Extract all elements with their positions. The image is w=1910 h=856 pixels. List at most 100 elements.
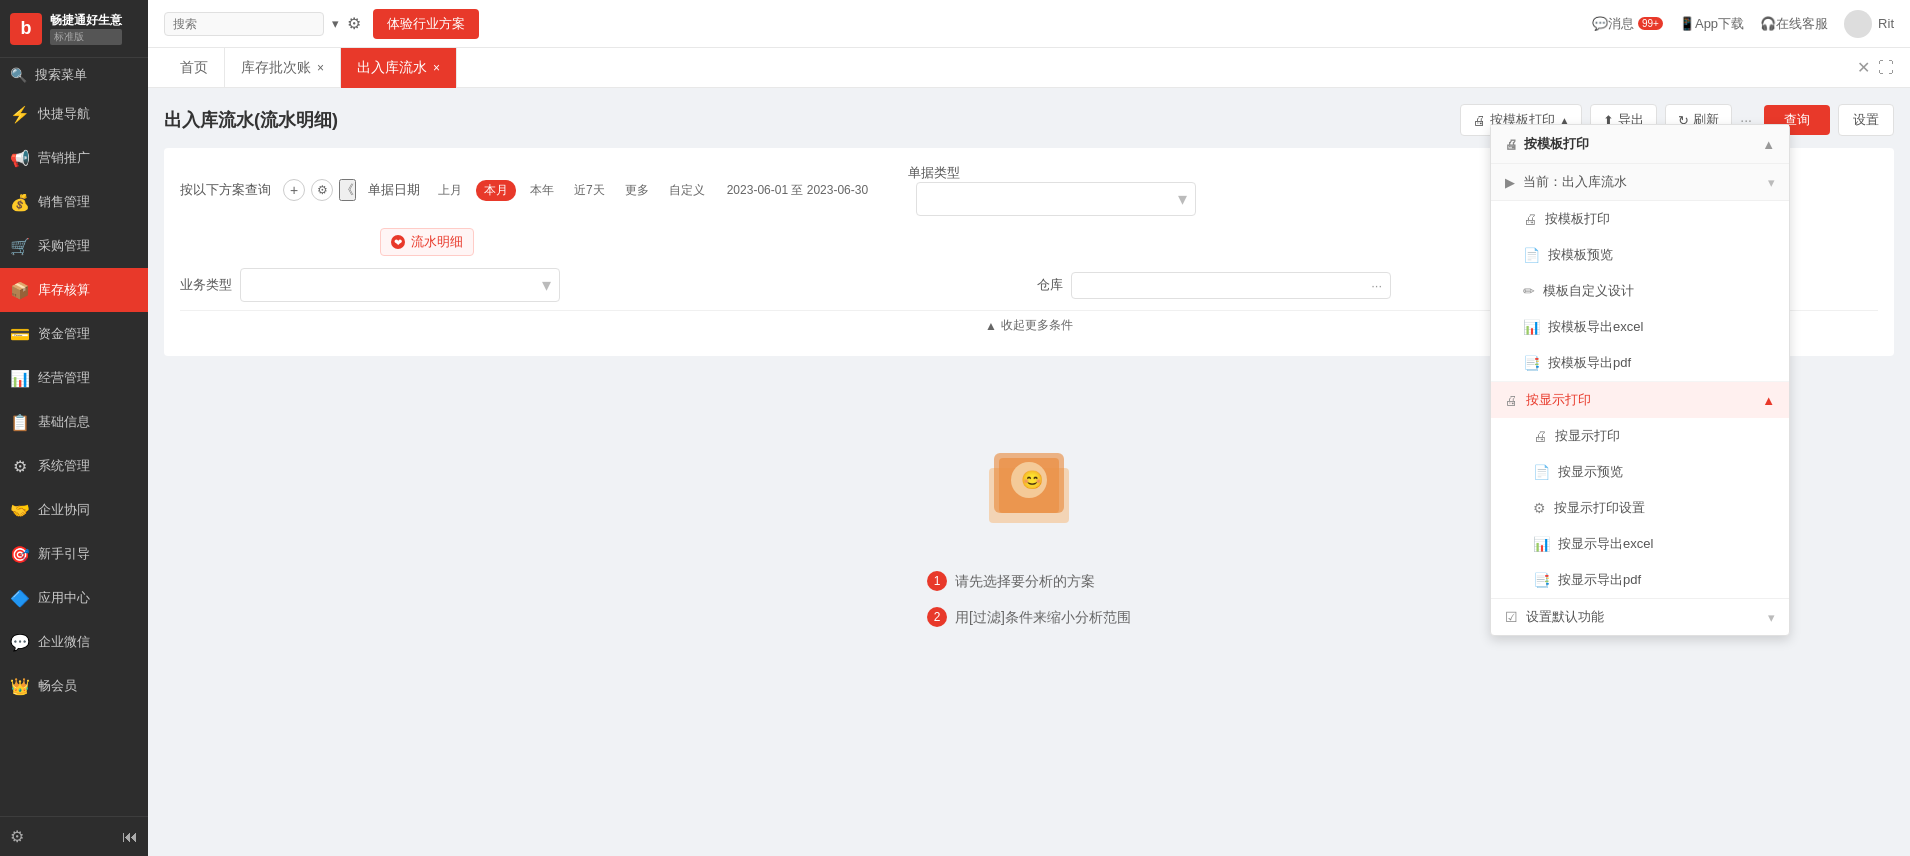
warehouse-select[interactable]: ···: [1071, 272, 1391, 299]
search-icon: 🔍: [10, 67, 27, 83]
date-shortcut-this-month[interactable]: 本月: [476, 180, 516, 201]
dropdown-template-preview[interactable]: 📄 按模板预览: [1491, 237, 1789, 273]
dropdown-template-export-pdf[interactable]: 📑 按模板导出pdf: [1491, 345, 1789, 381]
expand-window-icon[interactable]: ⛶: [1878, 59, 1894, 77]
page-title: 出入库流水(流水明细): [164, 108, 338, 132]
sidebar-item-purchase[interactable]: 🛒 采购管理: [0, 224, 148, 268]
logo-text: 畅捷通好生意 标准版: [50, 12, 122, 45]
display-print-section-icon: 🖨: [1505, 393, 1518, 408]
biz-type-select[interactable]: ▾: [240, 268, 560, 302]
sidebar: b 畅捷通好生意 标准版 🔍 搜索菜单 ⚡ 快捷导航 📢 营销推广 💰 销售管理…: [0, 0, 148, 856]
dropdown-template-export-excel[interactable]: 📊 按模板导出excel: [1491, 309, 1789, 345]
date-shortcut-last-month[interactable]: 上月: [432, 180, 468, 201]
dropdown-display-export-excel[interactable]: 📊 按显示导出excel: [1491, 526, 1789, 562]
online-service-button[interactable]: 🎧 在线客服: [1760, 15, 1828, 33]
sidebar-bottom: ⚙ ⏮: [0, 816, 148, 856]
display-section-title: 🖨 按显示打印: [1505, 391, 1591, 409]
display-section: 🖨 按显示打印 ▲ 🖨 按显示打印 📄 按显示预览 ⚙ 按显示打印设置: [1491, 381, 1789, 598]
inventory-icon: 📦: [10, 280, 30, 300]
biz-type-chevron-icon: ▾: [542, 274, 551, 296]
search-menu-item[interactable]: 🔍 搜索菜单: [0, 58, 148, 92]
sidebar-item-quick-nav[interactable]: ⚡ 快捷导航: [0, 92, 148, 136]
filter-settings-button[interactable]: ⚙: [311, 179, 333, 201]
settings-button[interactable]: 设置: [1838, 104, 1894, 136]
warehouse-dots-icon[interactable]: ···: [1371, 278, 1382, 293]
doc-type-chevron-icon: ▾: [1178, 188, 1187, 210]
main-area: ▾ ⚙ 体验行业方案 💬 消息 99+ 📱 App下载 🎧 在线客服 Rit: [148, 0, 1910, 856]
sidebar-item-finance[interactable]: 💳 资金管理: [0, 312, 148, 356]
close-window-icon[interactable]: ✕: [1857, 58, 1870, 77]
set-default-icon: ☑: [1505, 609, 1518, 625]
topbar-search-input[interactable]: [164, 12, 324, 36]
sidebar-item-system[interactable]: ⚙ 系统管理: [0, 444, 148, 488]
trial-button[interactable]: 体验行业方案: [373, 9, 479, 39]
empty-illustration: 😊: [969, 428, 1089, 547]
filter-collapse-button[interactable]: 《: [339, 179, 356, 201]
sidebar-item-basic-info[interactable]: 📋 基础信息: [0, 400, 148, 444]
current-chevron-icon: ▾: [1768, 175, 1775, 190]
date-shortcut-this-year[interactable]: 本年: [524, 180, 560, 201]
sidebar-item-guide[interactable]: 🎯 新手引导: [0, 532, 148, 576]
filter-add-button[interactable]: +: [283, 179, 305, 201]
sidebar-item-wecom[interactable]: 💬 企业微信: [0, 620, 148, 664]
dropdown-display-preview[interactable]: 📄 按显示预览: [1491, 454, 1789, 490]
app-download-button[interactable]: 📱 App下载: [1679, 15, 1744, 33]
display-preview-icon: 📄: [1533, 464, 1550, 480]
display-pdf-icon: 📑: [1533, 572, 1550, 588]
tab-home[interactable]: 首页: [164, 48, 225, 88]
logo-area: b 畅捷通好生意 标准版: [0, 0, 148, 58]
guide-icon: 🎯: [10, 544, 30, 564]
display-section-collapse-icon: ▲: [1762, 393, 1775, 408]
dropdown-display-print[interactable]: 🖨 按显示打印: [1491, 418, 1789, 454]
template-pdf-icon: 📑: [1523, 355, 1540, 371]
basic-info-icon: 📋: [10, 412, 30, 432]
topbar-settings-icon[interactable]: ⚙: [347, 14, 361, 33]
sidebar-item-operations[interactable]: 📊 经营管理: [0, 356, 148, 400]
dropdown-display-export-pdf[interactable]: 📑 按显示导出pdf: [1491, 562, 1789, 598]
date-shortcut-more[interactable]: 更多: [619, 180, 655, 201]
dropdown-template-print[interactable]: 🖨 按模板打印: [1491, 201, 1789, 237]
tab-inventory-flow[interactable]: 出入库流水 ×: [341, 48, 457, 88]
operations-icon: 📊: [10, 368, 30, 388]
sidebar-item-enterprise[interactable]: 🤝 企业协同: [0, 488, 148, 532]
date-shortcut-7days[interactable]: 近7天: [568, 180, 611, 201]
dropdown-collapse-icon[interactable]: ▲: [1762, 137, 1775, 152]
collapse-sidebar-icon[interactable]: ⏮: [122, 828, 138, 846]
sidebar-item-app-center[interactable]: 🔷 应用中心: [0, 576, 148, 620]
dropdown-template-custom[interactable]: ✏ 模板自定义设计: [1491, 273, 1789, 309]
date-shortcut-custom[interactable]: 自定义: [663, 180, 711, 201]
close-inventory-flow-tab[interactable]: ×: [433, 61, 440, 75]
sidebar-item-inventory[interactable]: 📦 库存核算: [0, 268, 148, 312]
dropdown-current-label: ▶ 当前：出入库流水 ▾: [1491, 164, 1789, 201]
sidebar-nav: ⚡ 快捷导航 📢 营销推广 💰 销售管理 🛒 采购管理 📦 库存核算 💳 资金管…: [0, 92, 148, 816]
sales-icon: 💰: [10, 192, 30, 212]
dropdown-set-default[interactable]: ☑ 设置默认功能 ▾: [1491, 599, 1789, 635]
dropdown-display-print-settings[interactable]: ⚙ 按显示打印设置: [1491, 490, 1789, 526]
svg-text:😊: 😊: [1021, 469, 1044, 491]
step-2-num: 2: [927, 607, 947, 627]
template-custom-icon: ✏: [1523, 283, 1535, 299]
sidebar-item-member[interactable]: 👑 畅会员: [0, 664, 148, 708]
messages-button[interactable]: 💬 消息 99+: [1592, 15, 1663, 33]
sidebar-item-marketing[interactable]: 📢 营销推广: [0, 136, 148, 180]
doc-type-select[interactable]: ▾: [916, 182, 1196, 216]
print-header-icon: 🖨: [1505, 137, 1518, 152]
topbar: ▾ ⚙ 体验行业方案 💬 消息 99+ 📱 App下载 🎧 在线客服 Rit: [148, 0, 1910, 48]
marketing-icon: 📢: [10, 148, 30, 168]
close-inventory-batch-tab[interactable]: ×: [317, 61, 324, 75]
current-flow-icon: ▶: [1505, 175, 1515, 190]
tab-inventory-batch[interactable]: 库存批次账 ×: [225, 48, 341, 88]
template-print-icon: 🖨: [1523, 211, 1537, 227]
tag-icon: ❤: [391, 235, 405, 249]
member-icon: 👑: [10, 676, 30, 696]
display-print-icon: 🖨: [1533, 428, 1547, 444]
dropdown-footer: ☑ 设置默认功能 ▾: [1491, 598, 1789, 635]
user-area[interactable]: Rit: [1844, 10, 1894, 38]
step-1: 1 请先选择要分析的方案: [927, 567, 1131, 595]
topbar-dropdown-icon[interactable]: ▾: [332, 16, 339, 31]
step-1-num: 1: [927, 571, 947, 591]
sidebar-item-sales[interactable]: 💰 销售管理: [0, 180, 148, 224]
settings-bottom-icon[interactable]: ⚙: [10, 827, 24, 846]
display-section-header[interactable]: 🖨 按显示打印 ▲: [1491, 382, 1789, 418]
print-dropdown-panel: 🖨 按模板打印 ▲ ▶ 当前：出入库流水 ▾ 🖨 按模板打印 📄 按模板预览 ✏: [1490, 124, 1790, 636]
